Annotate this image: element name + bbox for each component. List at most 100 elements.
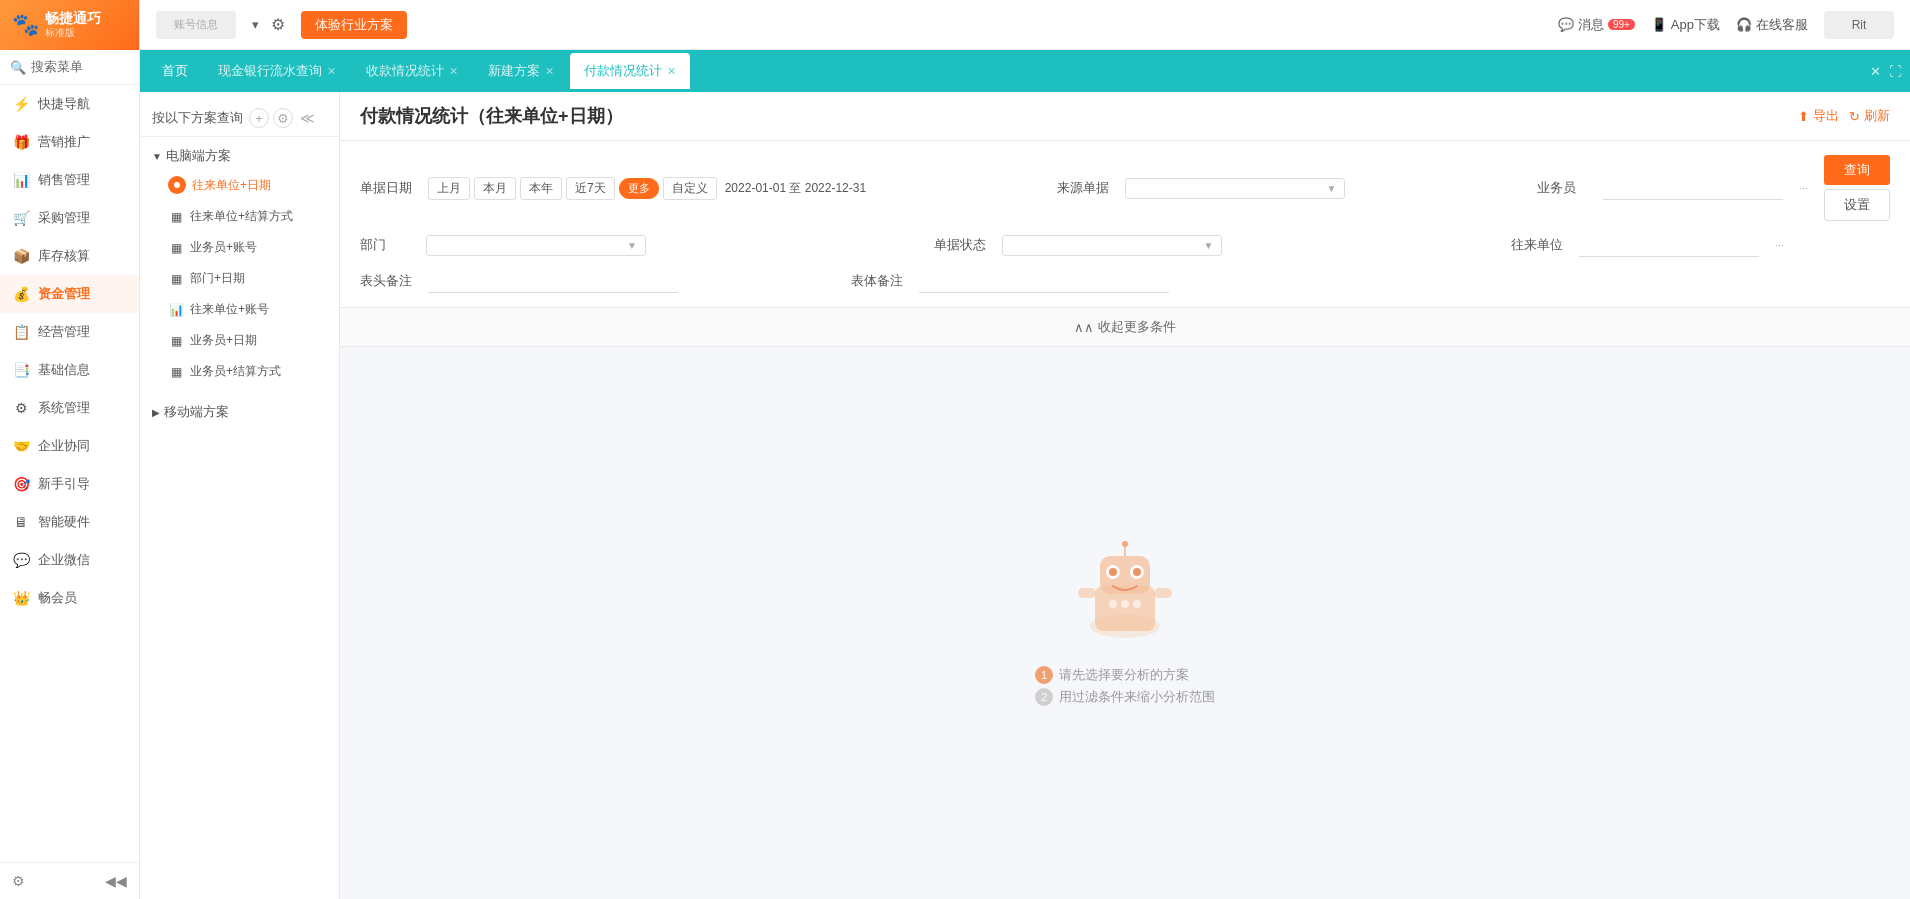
scheme-sidebar: 按以下方案查询 + ⚙ ≪ ▼ 电脑端方案 往来单位+日期 — [140, 92, 340, 899]
svg-point-0 — [174, 182, 180, 188]
top-header: 账号信息 ▾ ⚙ 体验行业方案 💬 消息 99+ 📱 App下载 🎧 在线客服 … — [140, 0, 1910, 50]
scheme-group-desktop: ▼ 电脑端方案 往来单位+日期 ▦ 往来单位+结算方式 ▦ 业务员+账号 — [140, 137, 339, 393]
wechat-icon: 💬 — [12, 551, 30, 569]
scheme-item-salesman-date[interactable]: ▦ 业务员+日期 — [140, 325, 339, 356]
sidebar-item-quick-nav[interactable]: ⚡ 快捷导航 — [0, 85, 139, 123]
tab-bank-flow[interactable]: 现金银行流水查询 ✕ — [204, 53, 350, 89]
date-buttons: 上月 本月 本年 近7天 更多 自定义 2022-01-01 至 2022-12… — [428, 177, 866, 200]
salesman-more-icon[interactable]: ··· — [1799, 182, 1808, 194]
sidebar-item-basic-info[interactable]: 📑 基础信息 — [0, 351, 139, 389]
sidebar-item-label: 系统管理 — [38, 399, 90, 417]
industry-scheme-button[interactable]: 体验行业方案 — [301, 11, 407, 39]
quick-nav-icon: ⚡ — [12, 95, 30, 113]
message-button[interactable]: 💬 消息 99+ — [1558, 16, 1635, 34]
sidebar: 🐾 畅捷通巧 标准版 🔍 搜索菜单 ⚡ 快捷导航 🎁 营销推广 📊 销售管理 🛒… — [0, 0, 140, 899]
svg-point-13 — [1121, 600, 1129, 608]
sidebar-item-marketing[interactable]: 🎁 营销推广 — [0, 123, 139, 161]
search-icon: 🔍 — [10, 60, 26, 75]
svg-point-6 — [1109, 568, 1117, 576]
filter-row-2: 部门 ▼ 单据状态 ▼ 往来单位 ··· — [360, 233, 1890, 257]
table-head-note-input[interactable] — [428, 269, 678, 293]
manage-scheme-button[interactable]: ⚙ — [273, 108, 293, 128]
scheme-item-dept-date[interactable]: ▦ 部门+日期 — [140, 263, 339, 294]
doc-status-select[interactable]: ▼ — [1002, 235, 1222, 256]
scheme-grid-icon: ▦ — [168, 209, 184, 225]
sidebar-item-system[interactable]: ⚙ 系统管理 — [0, 389, 139, 427]
tab-close-all-icon[interactable]: ✕ — [1870, 64, 1881, 79]
scheme-item-salesman-settle[interactable]: ▦ 业务员+结算方式 — [140, 356, 339, 387]
table-body-note-input[interactable] — [919, 269, 1169, 293]
smart-hw-icon: 🖥 — [12, 513, 30, 531]
settings-button[interactable]: 设置 — [1824, 189, 1890, 221]
sidebar-item-operation[interactable]: 📋 经营管理 — [0, 313, 139, 351]
collapse-conditions-bar[interactable]: ∧∧ 收起更多条件 — [340, 308, 1910, 347]
tab-bank-flow-close[interactable]: ✕ — [327, 65, 336, 78]
sidebar-item-sales[interactable]: 📊 销售管理 — [0, 161, 139, 199]
sidebar-item-guide[interactable]: 🎯 新手引导 — [0, 465, 139, 503]
more-date-btn[interactable]: 更多 — [619, 178, 659, 199]
this-month-btn[interactable]: 本月 — [474, 177, 516, 200]
svg-point-14 — [1133, 600, 1141, 608]
tab-maximize-icon[interactable]: ⛶ — [1889, 64, 1902, 79]
partner-input[interactable] — [1579, 233, 1759, 257]
company-avatar[interactable]: 账号信息 — [156, 11, 236, 39]
tab-receipts-stat-label: 收款情况统计 — [366, 62, 444, 80]
this-year-btn[interactable]: 本年 — [520, 177, 562, 200]
tab-new-scheme-label: 新建方案 — [488, 62, 540, 80]
operation-icon: 📋 — [12, 323, 30, 341]
refresh-button[interactable]: ↻ 刷新 — [1849, 107, 1890, 125]
dept-arrow-icon: ▼ — [627, 240, 637, 251]
scheme-item-partner-acct[interactable]: 📊 往来单位+账号 — [140, 294, 339, 325]
dropdown-arrow-icon[interactable]: ▾ — [252, 17, 259, 32]
scheme-group-mobile-title[interactable]: ▶ 移动端方案 — [140, 399, 339, 425]
add-scheme-button[interactable]: + — [249, 108, 269, 128]
tab-new-scheme-close[interactable]: ✕ — [545, 65, 554, 78]
export-button[interactable]: ⬆ 导出 — [1798, 107, 1839, 125]
sidebar-item-wechat[interactable]: 💬 企业微信 — [0, 541, 139, 579]
dept-select[interactable]: ▼ — [426, 235, 646, 256]
finance-icon: 💰 — [12, 285, 30, 303]
query-button[interactable]: 查询 — [1824, 155, 1890, 185]
scheme-item-partner-date[interactable]: 往来单位+日期 — [140, 169, 339, 201]
sidebar-item-label: 智能硬件 — [38, 513, 90, 531]
basic-info-icon: 📑 — [12, 361, 30, 379]
tab-payment-close[interactable]: ✕ — [667, 65, 676, 78]
sidebar-item-finance[interactable]: 💰 资金管理 — [0, 275, 139, 313]
salesman-input[interactable] — [1603, 176, 1783, 200]
collapse-scheme-button[interactable]: ≪ — [297, 108, 317, 128]
scheme-group-desktop-title[interactable]: ▼ 电脑端方案 — [140, 143, 339, 169]
source-doc-select[interactable]: ▼ — [1125, 178, 1345, 199]
search-menu[interactable]: 🔍 搜索菜单 — [0, 50, 139, 85]
online-service-button[interactable]: 🎧 在线客服 — [1736, 16, 1808, 34]
sidebar-item-cooperation[interactable]: 🤝 企业协同 — [0, 427, 139, 465]
settings-footer-icon[interactable]: ⚙ — [12, 873, 25, 889]
last-month-btn[interactable]: 上月 — [428, 177, 470, 200]
tab-receipts-close[interactable]: ✕ — [449, 65, 458, 78]
empty-hint-2: 2 用过滤条件来缩小分析范围 — [1035, 688, 1215, 706]
scheme-chart-icon: 📊 — [168, 302, 184, 318]
online-service-label: 在线客服 — [1756, 16, 1808, 34]
tab-bank-flow-label: 现金银行流水查询 — [218, 62, 322, 80]
user-avatar[interactable]: Rit — [1824, 11, 1894, 39]
scheme-item-salesman-acct[interactable]: ▦ 业务员+账号 — [140, 232, 339, 263]
settings-gear-icon[interactable]: ⚙ — [271, 15, 285, 34]
sidebar-item-label: 经营管理 — [38, 323, 90, 341]
custom-date-btn[interactable]: 自定义 — [663, 177, 717, 200]
scheme-item-partner-settle[interactable]: ▦ 往来单位+结算方式 — [140, 201, 339, 232]
sidebar-item-smart-hw[interactable]: 🖥 智能硬件 — [0, 503, 139, 541]
tab-receipts-stat[interactable]: 收款情况统计 ✕ — [352, 53, 472, 89]
app-download-button[interactable]: 📱 App下载 — [1651, 16, 1720, 34]
tab-new-scheme[interactable]: 新建方案 ✕ — [474, 53, 568, 89]
tab-home[interactable]: 首页 — [148, 53, 202, 89]
sidebar-item-label: 采购管理 — [38, 209, 90, 227]
partner-more-icon[interactable]: ··· — [1775, 239, 1784, 251]
tab-payment-stat[interactable]: 付款情况统计 ✕ — [570, 53, 690, 89]
sidebar-item-inventory[interactable]: 📦 库存核算 — [0, 237, 139, 275]
sidebar-item-purchase[interactable]: 🛒 采购管理 — [0, 199, 139, 237]
last-7days-btn[interactable]: 近7天 — [566, 177, 615, 200]
system-icon: ⚙ — [12, 399, 30, 417]
sidebar-item-member[interactable]: 👑 畅会员 — [0, 579, 139, 617]
collapse-sidebar-icon[interactable]: ◀◀ — [105, 873, 127, 889]
query-btn-group: 查询 设置 — [1824, 155, 1890, 221]
scheme-sidebar-title: 按以下方案查询 — [152, 109, 243, 127]
